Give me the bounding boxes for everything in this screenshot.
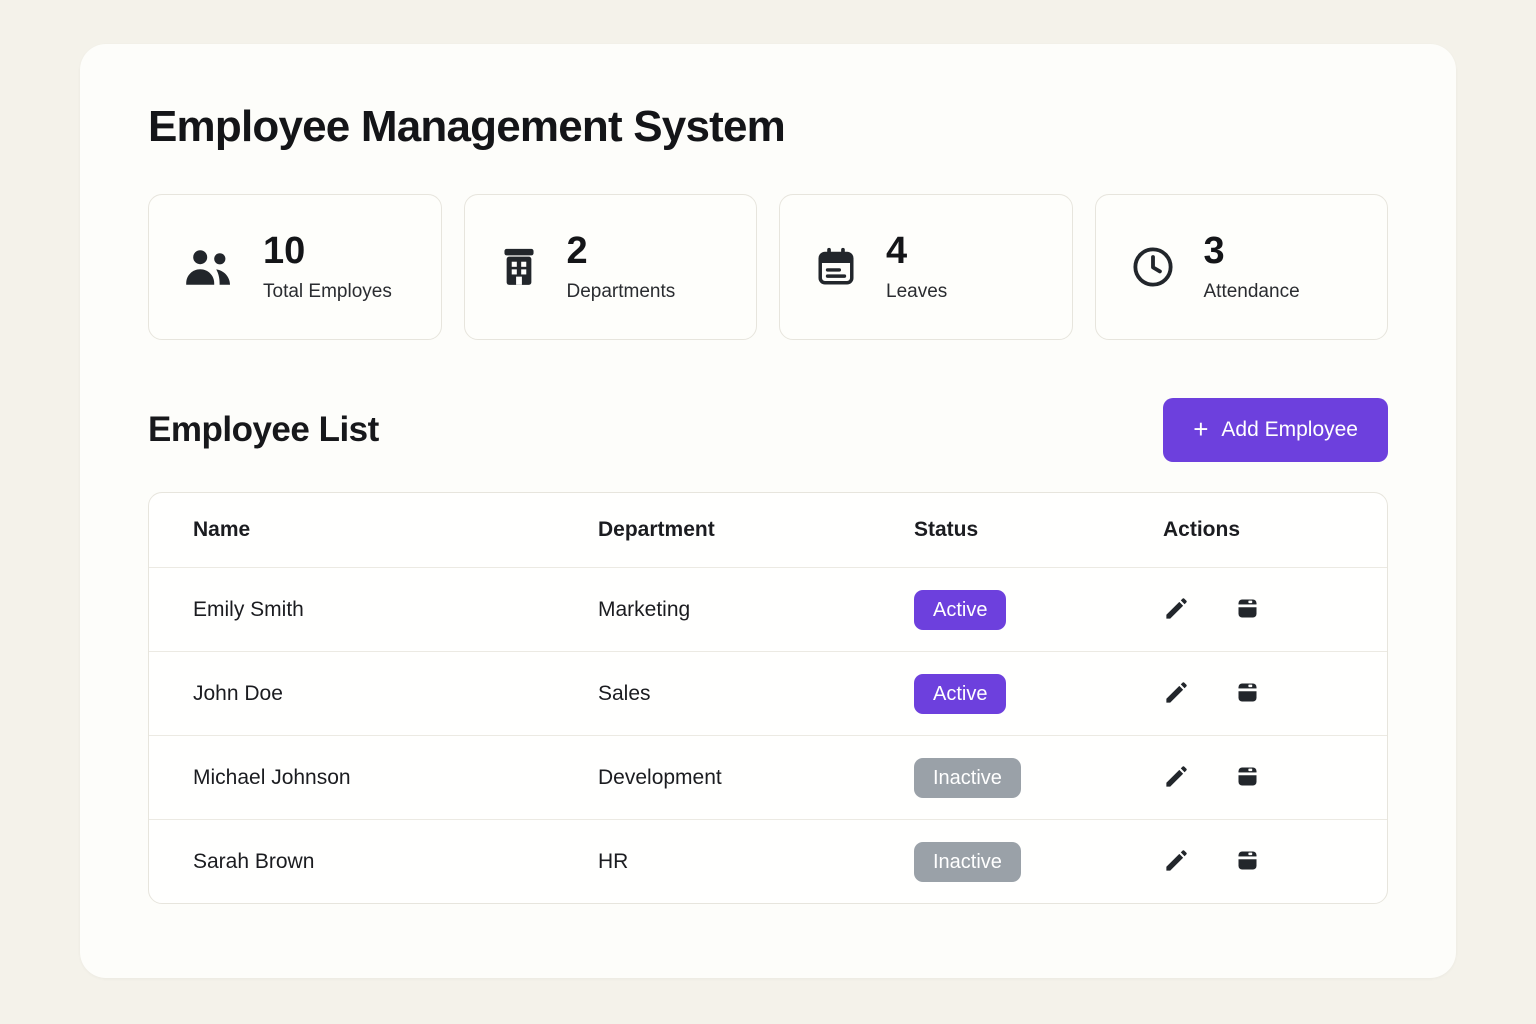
- pencil-icon: [1163, 847, 1190, 877]
- employee-department: HR: [598, 849, 629, 873]
- employee-name: John Doe: [193, 681, 283, 705]
- employee-list-title: Employee List: [148, 410, 379, 449]
- column-header-department: Department: [598, 518, 715, 541]
- add-employee-button[interactable]: + Add Employee: [1163, 398, 1388, 462]
- delete-icon: [1234, 847, 1261, 877]
- table-row: Michael Johnson Development Inactive: [149, 735, 1387, 819]
- stat-label: Attendance: [1203, 280, 1300, 302]
- employee-list-header: Employee List + Add Employee: [148, 398, 1388, 462]
- main-panel: Employee Management System 10 Total Empl…: [80, 44, 1456, 978]
- stat-label: Total Employes: [263, 280, 392, 302]
- edit-button[interactable]: [1163, 847, 1190, 877]
- employee-name: Michael Johnson: [193, 765, 351, 789]
- users-icon: [183, 246, 235, 288]
- plus-icon: +: [1193, 414, 1209, 444]
- delete-icon: [1234, 595, 1261, 625]
- delete-icon: [1234, 763, 1261, 793]
- calendar-icon: [814, 245, 858, 289]
- employee-department: Marketing: [598, 597, 691, 621]
- stat-card-leaves: 4 Leaves: [779, 194, 1073, 340]
- delete-button[interactable]: [1234, 847, 1261, 877]
- stats-row: 10 Total Employes 2 Departments 4 Leaves…: [148, 194, 1388, 340]
- building-icon: [499, 244, 539, 290]
- delete-icon: [1234, 679, 1261, 709]
- add-employee-label: Add Employee: [1221, 418, 1358, 441]
- status-badge: Inactive: [914, 757, 1021, 798]
- edit-button[interactable]: [1163, 763, 1190, 793]
- status-badge: Inactive: [914, 841, 1021, 882]
- employee-department: Sales: [598, 681, 651, 705]
- stat-card-departments: 2 Departments: [463, 194, 757, 340]
- employee-name: Emily Smith: [193, 597, 304, 621]
- delete-button[interactable]: [1234, 679, 1261, 709]
- table-header-row: Name Department Status Actions: [149, 493, 1387, 567]
- edit-button[interactable]: [1163, 595, 1190, 625]
- table-row: Sarah Brown HR Inactive: [149, 819, 1387, 903]
- pencil-icon: [1163, 595, 1190, 625]
- stat-label: Departments: [566, 280, 676, 302]
- employee-department: Development: [598, 765, 722, 789]
- stat-card-total-employees: 10 Total Employes: [148, 194, 442, 340]
- employee-table: Name Department Status Actions Emily Smi…: [148, 492, 1388, 904]
- pencil-icon: [1163, 763, 1190, 793]
- column-header-name: Name: [193, 518, 251, 541]
- page-title: Employee Management System: [148, 102, 786, 151]
- clock-icon: [1130, 244, 1176, 290]
- pencil-icon: [1163, 679, 1190, 709]
- column-header-status: Status: [914, 518, 979, 541]
- delete-button[interactable]: [1234, 763, 1261, 793]
- stat-value: 10: [263, 230, 306, 273]
- edit-button[interactable]: [1163, 679, 1190, 709]
- stat-value: 3: [1203, 230, 1225, 273]
- status-badge: Active: [914, 673, 1007, 714]
- stat-value: 2: [566, 230, 588, 273]
- employee-name: Sarah Brown: [193, 849, 315, 873]
- delete-button[interactable]: [1234, 595, 1261, 625]
- stat-card-attendance: 3 Attendance: [1094, 194, 1388, 340]
- column-header-actions: Actions: [1163, 518, 1241, 541]
- table-row: Emily Smith Marketing Active: [149, 567, 1387, 651]
- status-badge: Active: [914, 589, 1007, 630]
- stat-label: Leaves: [886, 280, 948, 302]
- table-row: John Doe Sales Active: [149, 651, 1387, 735]
- stat-value: 4: [886, 230, 908, 273]
